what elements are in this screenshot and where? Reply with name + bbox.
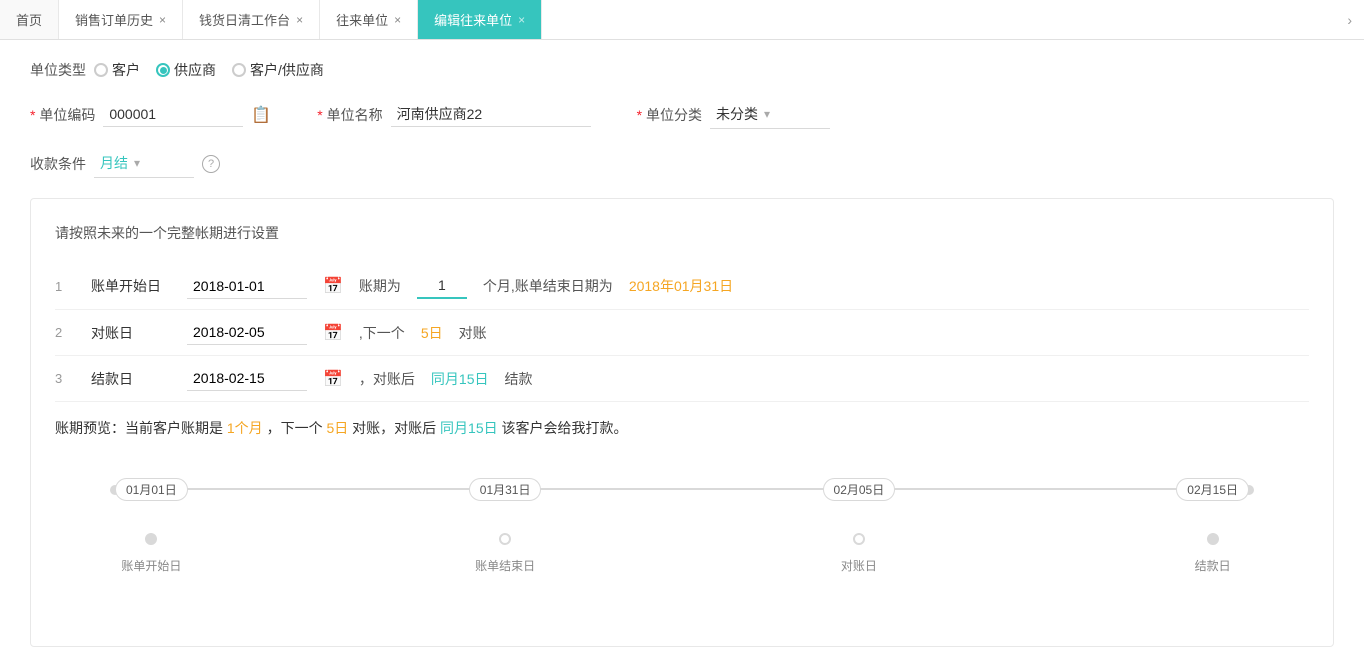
payment-term-field: 收款条件 月结 ▾ ? [30,149,220,178]
timeline: 01月01日 账单开始日 01月31日 账单结束日 02月05日 对账日 [55,458,1309,614]
close-tab-edit-counterpart[interactable]: × [518,13,525,27]
period-settings-card: 请按照未来的一个完整帐期进行设置 1 账单开始日 📅 账期为 个月,账单结束日期… [30,198,1334,647]
unit-type-label: 单位类型 [30,60,86,80]
period-suffix-post-1: 个月,账单结束日期为 [483,276,613,296]
period-month-input[interactable] [417,273,467,299]
timeline-point-4: 02月15日 结款日 [1176,478,1249,574]
radio-customer[interactable]: 客户 [94,60,140,80]
preview-text: 账期预览：当前客户账期是 1个月 ，下一个 5日 对账，对账后 同月15日 该客… [55,418,1309,438]
unit-category-label: 单位分类 [637,105,702,125]
timeline-point-2: 01月31日 账单结束日 [469,478,542,574]
unit-name-label: 单位名称 [317,105,382,125]
unit-name-field: 单位名称 [317,102,590,127]
period-row-1: 1 账单开始日 📅 账期为 个月,账单结束日期为 2018年01月31日 [55,263,1309,310]
unit-category-arrow-icon: ▾ [764,107,770,121]
tab-counterpart[interactable]: 往来单位 × [320,0,418,39]
payment-term-help-icon[interactable]: ? [202,155,220,173]
period-suffix-pre-1: 账期为 [359,276,401,296]
card-title: 请按照未来的一个完整帐期进行设置 [55,223,1309,243]
preview-part3-suffix: 该客户会给我打款。 [502,420,628,436]
preview-part1-sep: ，下一个 [267,420,323,436]
preview-part2: 5日 [326,420,348,436]
preview-part2-sep: 对账，对账后 [352,420,436,436]
period-end-highlight-1: 2018年01月31日 [629,276,733,296]
radio-both-circle [232,63,246,77]
timeline-sub-1: 账单开始日 [121,557,181,574]
unit-code-label: 单位编码 [30,105,95,125]
unit-code-calendar-icon[interactable]: 📋 [251,105,271,125]
period-label-2: 对账日 [91,323,171,343]
preview-section: 账期预览：当前客户账期是 1个月 ，下一个 5日 对账，对账后 同月15日 该客… [55,402,1309,622]
unit-type-field: 单位类型 客户 供应商 客户/供应商 [30,60,324,80]
period-highlight-2: 5日 [421,323,443,343]
period-suffix-pre-2: ,下一个 [359,323,405,343]
radio-supplier-label: 供应商 [174,60,216,80]
unit-category-field: 单位分类 未分类 ▾ [637,100,830,129]
period-num-1: 1 [55,279,75,294]
period-num-2: 2 [55,325,75,340]
period-row-3: 3 结款日 📅 ，对账后 同月15日 结款 [55,356,1309,402]
preview-part1: 1个月 [227,420,263,436]
period-suffix-pre-3: ，对账后 [359,369,415,389]
period-reconcile-calendar-icon[interactable]: 📅 [323,323,343,343]
close-tab-counterpart[interactable]: × [394,13,401,27]
unit-category-value: 未分类 [716,104,758,124]
tab-home[interactable]: 首页 [0,0,59,39]
timeline-badge-1: 01月01日 [115,478,188,501]
unit-type-radio-group: 客户 供应商 客户/供应商 [94,60,324,80]
main-content: 单位类型 客户 供应商 客户/供应商 单位编码 📋 [0,40,1364,667]
payment-term-label: 收款条件 [30,154,86,174]
timeline-sub-4: 结款日 [1195,557,1231,574]
unit-code-field: 单位编码 📋 [30,102,271,127]
timeline-sub-3: 对账日 [841,557,877,574]
period-suffix-post-2: 对账 [459,323,487,343]
payment-term-row: 收款条件 月结 ▾ ? [30,149,1334,178]
timeline-points: 01月01日 账单开始日 01月31日 账单结束日 02月05日 对账日 [55,478,1309,574]
radio-customer-label: 客户 [112,60,140,80]
period-label-1: 账单开始日 [91,276,171,296]
period-suffix-post-3: 结款 [505,369,533,389]
tab-bar: 首页 销售订单历史 × 钱货日清工作台 × 往来单位 × 编辑往来单位 × › [0,0,1364,40]
payment-term-value: 月结 [100,153,128,173]
tab-edit-counterpart[interactable]: 编辑往来单位 × [418,0,542,39]
radio-customer-circle [94,63,108,77]
period-num-3: 3 [55,371,75,386]
period-start-calendar-icon[interactable]: 📅 [323,276,343,296]
tab-cash-work[interactable]: 钱货日清工作台 × [183,0,320,39]
timeline-point-1: 01月01日 账单开始日 [115,478,188,574]
unit-code-input[interactable] [103,102,243,127]
timeline-dot-4 [1207,533,1219,545]
period-highlight-3: 同月15日 [431,369,489,389]
period-payment-date-input[interactable] [187,366,307,391]
timeline-badge-4: 02月15日 [1176,478,1249,501]
period-payment-calendar-icon[interactable]: 📅 [323,369,343,389]
timeline-dot-3 [853,533,865,545]
tab-scroll-right[interactable]: › [1335,0,1364,39]
close-tab-cash-work[interactable]: × [296,13,303,27]
payment-term-arrow-icon: ▾ [134,156,140,170]
radio-both[interactable]: 客户/供应商 [232,60,324,80]
unit-info-row: 单位编码 📋 单位名称 单位分类 未分类 ▾ [30,100,1334,129]
radio-supplier[interactable]: 供应商 [156,60,216,80]
timeline-badge-2: 01月31日 [469,478,542,501]
unit-name-input[interactable] [391,102,591,127]
unit-type-row: 单位类型 客户 供应商 客户/供应商 [30,60,1334,80]
tab-sales-history[interactable]: 销售订单历史 × [59,0,183,39]
period-reconcile-date-input[interactable] [187,320,307,345]
period-row-2: 2 对账日 📅 ,下一个 5日 对账 [55,310,1309,356]
preview-label: 账期预览：当前客户账期是 [55,420,223,436]
period-start-date-input[interactable] [187,274,307,299]
timeline-dot-2 [499,533,511,545]
preview-part3: 同月15日 [440,420,498,436]
timeline-point-3: 02月05日 对账日 [823,478,896,574]
payment-term-dropdown[interactable]: 月结 ▾ [94,149,194,178]
timeline-dot-1 [145,533,157,545]
unit-category-dropdown[interactable]: 未分类 ▾ [710,100,830,129]
period-label-3: 结款日 [91,369,171,389]
timeline-sub-2: 账单结束日 [475,557,535,574]
close-tab-sales-history[interactable]: × [159,13,166,27]
radio-supplier-circle [156,63,170,77]
radio-both-label: 客户/供应商 [250,60,324,80]
timeline-badge-3: 02月05日 [823,478,896,501]
